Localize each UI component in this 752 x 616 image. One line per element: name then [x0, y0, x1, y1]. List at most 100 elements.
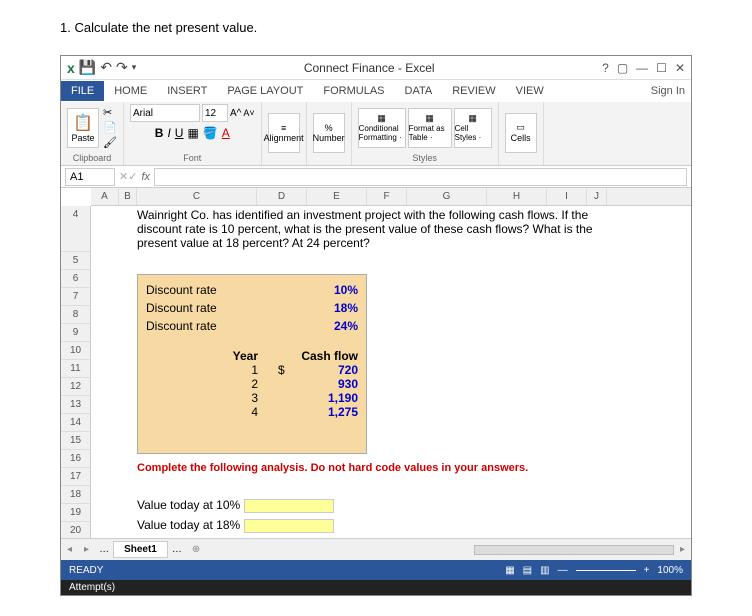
sheet-tabs: ◂ ▸ … Sheet1 … ⊕ ▸: [61, 538, 691, 560]
excel-icon: x: [67, 60, 75, 76]
row-header[interactable]: 7: [61, 288, 90, 306]
value-input-18[interactable]: [244, 519, 334, 533]
underline-button[interactable]: U: [175, 126, 184, 140]
copy-icon[interactable]: 📄: [103, 121, 117, 134]
maximize-icon[interactable]: ☐: [656, 61, 667, 75]
row-header[interactable]: 6: [61, 270, 90, 288]
help-icon[interactable]: ?: [602, 61, 609, 75]
tab-review[interactable]: REVIEW: [442, 81, 505, 101]
row-header[interactable]: 15: [61, 432, 90, 450]
row-header[interactable]: 12: [61, 378, 90, 396]
paste-button[interactable]: 📋 Paste: [67, 108, 99, 148]
titlebar: x 💾 ↶ ↷ ▾ Connect Finance - Excel ? ▢ — …: [61, 56, 691, 80]
decrease-font-icon[interactable]: A˅: [243, 108, 254, 118]
row-header[interactable]: 17: [61, 468, 90, 486]
instruction-text: Complete the following analysis. Do not …: [137, 462, 528, 474]
view-page-icon[interactable]: ▤: [523, 565, 532, 576]
alignment-button[interactable]: ≡Alignment: [268, 113, 300, 153]
fx-icon[interactable]: fx: [141, 171, 150, 183]
undo-icon[interactable]: ↶: [100, 59, 112, 76]
zoom-out-icon[interactable]: —: [558, 565, 568, 576]
horizontal-scrollbar[interactable]: [474, 545, 674, 555]
close-icon[interactable]: ✕: [675, 61, 685, 75]
format-as-table-button[interactable]: ▦Format as Table ·: [408, 108, 452, 148]
row-header[interactable]: 10: [61, 342, 90, 360]
cf-year: 4: [146, 405, 278, 419]
zoom-level[interactable]: 100%: [657, 565, 683, 576]
zoom-slider[interactable]: [576, 570, 636, 571]
view-break-icon[interactable]: ▥: [540, 565, 549, 576]
row-header[interactable]: 11: [61, 360, 90, 378]
cancel-formula-icon[interactable]: ✕: [119, 170, 128, 183]
row-header[interactable]: 5: [61, 252, 90, 270]
col-header[interactable]: I: [547, 188, 587, 205]
tab-view[interactable]: VIEW: [506, 81, 554, 101]
row-header[interactable]: 20: [61, 522, 90, 538]
font-group-label: Font: [183, 151, 201, 163]
cell-styles-button[interactable]: ▦Cell Styles ·: [454, 108, 492, 148]
col-header[interactable]: B: [119, 188, 137, 205]
col-header[interactable]: D: [257, 188, 307, 205]
scroll-right-icon[interactable]: ▸: [674, 544, 691, 555]
sign-in-link[interactable]: Sign In: [651, 85, 685, 97]
enter-formula-icon[interactable]: ✓: [128, 170, 137, 183]
attempts-bar: Attempt(s): [61, 580, 691, 595]
sheet-nav-prev-icon[interactable]: ◂: [61, 544, 78, 555]
year-header: Year: [146, 349, 278, 363]
minimize-icon[interactable]: —: [636, 61, 648, 75]
col-header[interactable]: F: [367, 188, 407, 205]
col-header[interactable]: A: [91, 188, 119, 205]
column-headers: A B C D E F G H I J: [91, 188, 691, 206]
tab-data[interactable]: DATA: [395, 81, 443, 101]
add-sheet-icon[interactable]: ⊕: [186, 544, 206, 555]
col-header[interactable]: H: [487, 188, 547, 205]
increase-font-icon[interactable]: A^: [230, 108, 241, 119]
row-header[interactable]: 8: [61, 306, 90, 324]
save-icon[interactable]: 💾: [79, 59, 96, 76]
fill-color-icon[interactable]: 🪣: [203, 126, 218, 140]
row-header[interactable]: 18: [61, 486, 90, 504]
border-icon[interactable]: ▦: [187, 126, 198, 140]
row-header[interactable]: 19: [61, 504, 90, 522]
cut-icon[interactable]: ✂: [103, 106, 117, 119]
discount-label: Discount rate: [146, 283, 308, 297]
row-header[interactable]: 14: [61, 414, 90, 432]
tab-insert[interactable]: INSERT: [157, 81, 217, 101]
font-color-icon[interactable]: A: [222, 126, 230, 140]
redo-icon[interactable]: ↷: [116, 59, 128, 76]
sheet-nav-next-icon[interactable]: ▸: [78, 544, 95, 555]
font-name-input[interactable]: [130, 104, 200, 122]
row-header[interactable]: 13: [61, 396, 90, 414]
conditional-formatting-button[interactable]: ▦Conditional Formatting ·: [358, 108, 406, 148]
ribbon-opts-icon[interactable]: ▢: [617, 61, 628, 75]
problem-statement: Wainright Co. has identified an investme…: [137, 208, 607, 250]
col-header[interactable]: C: [137, 188, 257, 205]
spreadsheet-grid[interactable]: A B C D E F G H I J 4 5 6 7 8 9 10: [61, 188, 691, 538]
name-box[interactable]: [65, 168, 115, 186]
cells-button[interactable]: ▭Cells: [505, 113, 537, 153]
bold-button[interactable]: B: [155, 126, 164, 140]
col-header[interactable]: G: [407, 188, 487, 205]
zoom-in-icon[interactable]: +: [644, 565, 650, 576]
number-format-button[interactable]: %Number: [313, 113, 345, 153]
tab-home[interactable]: HOME: [104, 81, 157, 101]
formula-input[interactable]: [154, 168, 687, 186]
sheet-tab[interactable]: Sheet1: [113, 541, 168, 558]
row-header[interactable]: 16: [61, 450, 90, 468]
col-header[interactable]: J: [587, 188, 607, 205]
italic-button[interactable]: I: [167, 126, 170, 140]
tab-file[interactable]: FILE: [61, 81, 104, 101]
tab-formulas[interactable]: FORMULAS: [313, 81, 394, 101]
data-box: Discount rate10% Discount rate18% Discou…: [137, 274, 367, 454]
col-header[interactable]: E: [307, 188, 367, 205]
value-input-10[interactable]: [244, 499, 334, 513]
row-header[interactable]: 4: [61, 206, 90, 252]
view-normal-icon[interactable]: ▦: [505, 565, 514, 576]
cf-year: 2: [146, 377, 278, 391]
tab-page-layout[interactable]: PAGE LAYOUT: [217, 81, 313, 101]
ribbon: 📋 Paste ✂ 📄 🖌 Clipboard A^: [61, 102, 691, 166]
format-painter-icon[interactable]: 🖌: [103, 136, 117, 149]
row-header[interactable]: 9: [61, 324, 90, 342]
font-size-input[interactable]: [202, 104, 228, 122]
discount-rate-3: 24%: [308, 319, 358, 333]
